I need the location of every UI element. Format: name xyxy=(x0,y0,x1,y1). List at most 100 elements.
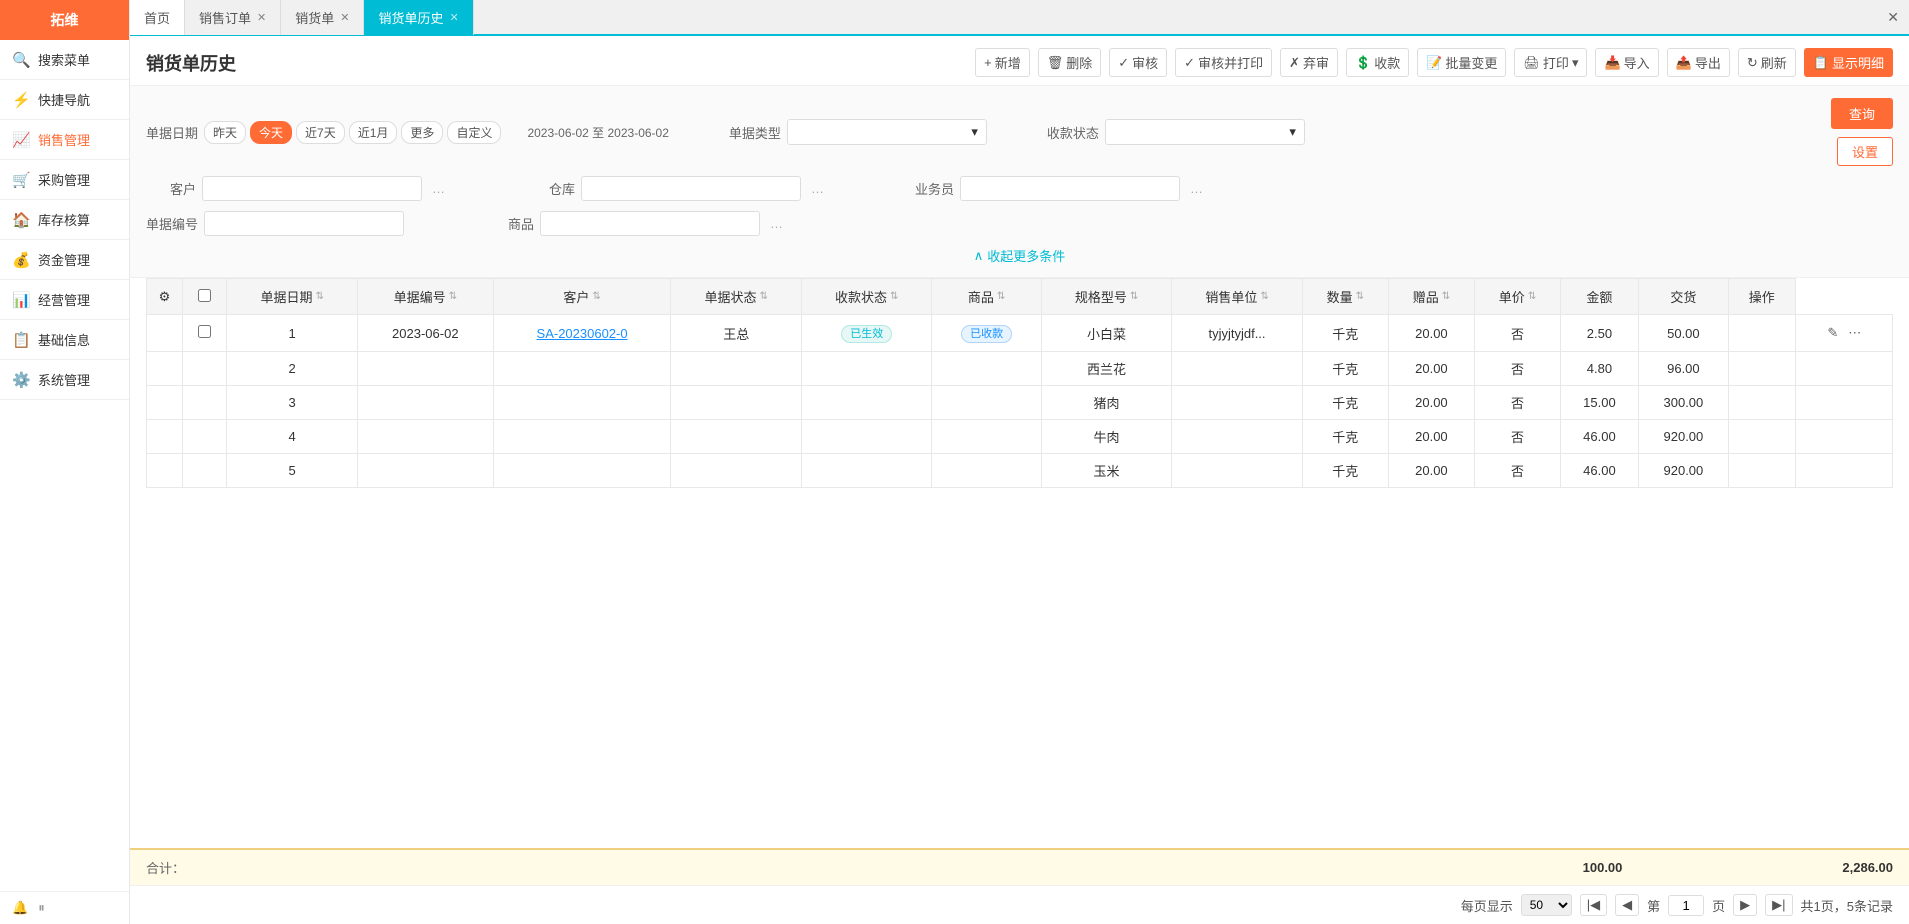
edit-icon[interactable]: ✎ xyxy=(1822,322,1844,344)
checkbox-header[interactable] xyxy=(183,279,227,315)
sidebar-item-ops-mgmt[interactable]: 📊 经营管理 xyxy=(0,280,129,320)
table-row: 12023-06-02SA-20230602-0王总已生效已收款小白菜tyjyj… xyxy=(147,315,1893,352)
first-page-button[interactable]: |◀ xyxy=(1580,894,1607,916)
tab-sales-history[interactable]: 销货单历史 ✕ xyxy=(364,0,473,35)
gift-header[interactable]: 赠品 ⇅ xyxy=(1388,279,1474,315)
tab-sales-history-close[interactable]: ✕ xyxy=(450,11,459,24)
sidebar-item-purchase-mgmt[interactable]: 🛒 采购管理 xyxy=(0,160,129,200)
row-checkbox[interactable] xyxy=(183,454,227,488)
row-gift: 否 xyxy=(1474,386,1560,420)
qty-header[interactable]: 数量 ⇅ xyxy=(1302,279,1388,315)
row-customer: 王总 xyxy=(671,315,802,352)
select-all-checkbox[interactable] xyxy=(198,289,211,302)
unit-header[interactable]: 销售单位 ⇅ xyxy=(1172,279,1303,315)
warehouse-input[interactable] xyxy=(581,176,801,201)
pagination: 每页显示 50 100 200 |◀ ◀ 第 页 ▶ ▶| 共1页，5条记录 xyxy=(130,885,1909,924)
sidebar-item-finance-mgmt[interactable]: 💰 资金管理 xyxy=(0,240,129,280)
tabs-bar-end: ✕ xyxy=(1887,9,1909,26)
show-detail-button[interactable]: 📋 显示明细 xyxy=(1804,48,1893,77)
tab-sales-goods[interactable]: 销货单 ✕ xyxy=(281,0,364,35)
goods-dots[interactable]: … xyxy=(770,216,783,231)
row-action xyxy=(1795,386,1892,420)
customer-input[interactable] xyxy=(202,176,422,201)
sidebar-bottom-icon2[interactable]: ⏸ xyxy=(38,900,45,916)
row-select-checkbox[interactable] xyxy=(198,325,211,338)
date-btn-1month[interactable]: 近1月 xyxy=(349,121,398,144)
date-btn-yesterday[interactable]: 昨天 xyxy=(204,121,246,144)
new-button[interactable]: + 新增 xyxy=(975,48,1030,77)
salesperson-dots[interactable]: … xyxy=(1190,181,1203,196)
row-checkbox[interactable] xyxy=(183,386,227,420)
prev-page-button[interactable]: ◀ xyxy=(1615,894,1639,916)
status-header[interactable]: 单据状态 ⇅ xyxy=(671,279,802,315)
sidebar-item-quick-nav[interactable]: ⚡ 快捷导航 xyxy=(0,80,129,120)
sidebar-bottom-icon1[interactable]: 🔔 xyxy=(12,900,28,916)
voucher-no-header[interactable]: 单据编号 ⇅ xyxy=(357,279,493,315)
main-area: 首页 销售订单 ✕ 销货单 ✕ 销货单历史 ✕ ✕ 销货单历史 + 新增 xyxy=(130,0,1909,924)
row-trade xyxy=(1728,352,1795,386)
sidebar-item-sales-mgmt[interactable]: 📈 销售管理 xyxy=(0,120,129,160)
inventory-icon: 🏠 xyxy=(12,211,30,229)
warehouse-dots[interactable]: … xyxy=(811,181,824,196)
tab-sales-order-close[interactable]: ✕ xyxy=(257,11,266,24)
row-checkbox[interactable] xyxy=(183,420,227,454)
date-btn-custom[interactable]: 自定义 xyxy=(447,121,501,144)
voucher-no-link[interactable]: SA-20230602-0 xyxy=(537,326,628,341)
row-checkbox[interactable] xyxy=(183,315,227,352)
voucher-no-input[interactable] xyxy=(204,211,404,236)
approve-button[interactable]: ✓ 审核 xyxy=(1109,48,1167,77)
voucher-type-select[interactable]: ▾ xyxy=(787,119,987,145)
row-gear xyxy=(147,420,183,454)
export-button[interactable]: 📤 导出 xyxy=(1667,48,1730,77)
trade-header: 交货 xyxy=(1638,279,1728,315)
filter-row-2: 客户 … 仓库 … 业务员 … xyxy=(146,176,1893,201)
tab-sales-goods-close[interactable]: ✕ xyxy=(340,11,349,24)
sidebar-item-search-menu[interactable]: 🔍 搜索菜单 xyxy=(0,40,129,80)
sidebar-item-inventory-calc[interactable]: 🏠 库存核算 xyxy=(0,200,129,240)
row-checkbox[interactable] xyxy=(183,352,227,386)
approve-print-button[interactable]: ✓ 审核并打印 xyxy=(1175,48,1272,77)
date-btn-today[interactable]: 今天 xyxy=(250,121,292,144)
close-all-tabs-button[interactable]: ✕ xyxy=(1887,9,1899,26)
summary-row: 合计： 100.00 2,286.00 xyxy=(130,848,1909,885)
voucher-type-label: 单据类型 xyxy=(729,123,781,142)
payment-status-select[interactable]: ▾ xyxy=(1105,119,1305,145)
last-page-button[interactable]: ▶| xyxy=(1765,894,1792,916)
spec-header[interactable]: 规格型号 ⇅ xyxy=(1041,279,1172,315)
sidebar-item-sys-mgmt[interactable]: ⚙️ 系统管理 xyxy=(0,360,129,400)
set-button[interactable]: 设置 xyxy=(1837,137,1893,166)
page-input[interactable] xyxy=(1668,895,1704,916)
goods-input[interactable] xyxy=(540,211,760,236)
import-button[interactable]: 📥 导入 xyxy=(1595,48,1658,77)
customer-dots[interactable]: … xyxy=(432,181,445,196)
salesperson-input[interactable] xyxy=(960,176,1180,201)
page-size-select[interactable]: 50 100 200 xyxy=(1521,894,1572,916)
batch-change-button[interactable]: 📝 批量变更 xyxy=(1417,48,1506,77)
delete-button[interactable]: 🗑 删除 xyxy=(1038,48,1102,77)
more-action-icon[interactable]: ⋯ xyxy=(1844,322,1866,344)
date-header[interactable]: 单据日期 ⇅ xyxy=(227,279,358,315)
tab-home[interactable]: 首页 xyxy=(130,0,185,35)
customer-header[interactable]: 客户 ⇅ xyxy=(493,279,671,315)
date-btn-7days[interactable]: 近7天 xyxy=(296,121,345,144)
collapse-button[interactable]: ∧ 收起更多条件 xyxy=(146,246,1893,265)
pay-status-header[interactable]: 收款状态 ⇅ xyxy=(801,279,932,315)
row-spec xyxy=(1172,386,1303,420)
refresh-button[interactable]: ↻ 刷新 xyxy=(1738,48,1796,77)
date-btn-more[interactable]: 更多 xyxy=(401,121,443,144)
settings-gear-header[interactable]: ⚙ xyxy=(147,279,183,315)
next-page-button[interactable]: ▶ xyxy=(1733,894,1757,916)
sidebar-item-basic-info[interactable]: 📋 基础信息 xyxy=(0,320,129,360)
sidebar: 拓维 🔍 搜索菜单 ⚡ 快捷导航 📈 销售管理 🛒 采购管理 🏠 库存核算 💰 … xyxy=(0,0,130,924)
row-unit: 千克 xyxy=(1302,315,1388,352)
print-button[interactable]: 🖨 打印 ▾ xyxy=(1514,48,1587,77)
tab-sales-order[interactable]: 销售订单 ✕ xyxy=(185,0,281,35)
price-header[interactable]: 单价 ⇅ xyxy=(1474,279,1560,315)
purchase-mgmt-icon: 🛒 xyxy=(12,171,30,189)
query-button[interactable]: 查询 xyxy=(1831,98,1893,129)
revoke-button[interactable]: ✗ 弃审 xyxy=(1280,48,1338,77)
goods-header[interactable]: 商品 ⇅ xyxy=(932,279,1041,315)
collect-button[interactable]: 💲 收款 xyxy=(1346,48,1409,77)
goods-sort-icon: ⇅ xyxy=(997,291,1005,302)
action-header: 操作 xyxy=(1728,279,1795,315)
